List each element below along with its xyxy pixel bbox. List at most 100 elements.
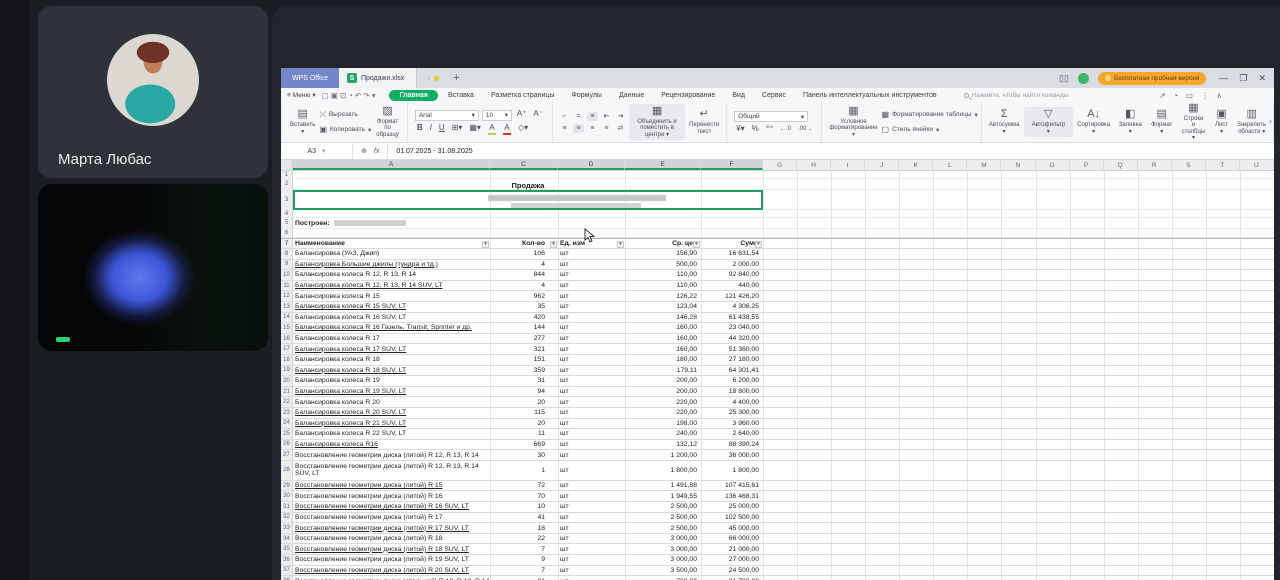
menu-button[interactable]: ≡ Меню ▾ bbox=[287, 91, 316, 100]
filter-dropdown-icon[interactable]: ▾ bbox=[617, 240, 624, 248]
align-bottom-icon[interactable]: ≡ bbox=[586, 111, 598, 121]
tab-Данные[interactable]: Данные bbox=[612, 91, 651, 100]
column-header-P[interactable]: P bbox=[1070, 160, 1104, 170]
restore-button[interactable]: ❒ bbox=[1239, 73, 1247, 84]
row-number[interactable]: 20 bbox=[281, 376, 293, 386]
column-header-K[interactable]: K bbox=[899, 160, 934, 170]
row-number[interactable]: 4 bbox=[281, 210, 293, 217]
row-number[interactable]: 28 bbox=[281, 460, 293, 480]
tab-Панель интеллектуальных инструментов[interactable]: Панель интеллектуальных инструментов bbox=[796, 91, 944, 100]
row-number[interactable]: 6 bbox=[281, 229, 293, 237]
font-color-button[interactable]: A bbox=[501, 123, 513, 135]
decrease-indent-icon[interactable]: ⇤ bbox=[601, 112, 612, 121]
column-header-E[interactable]: E bbox=[625, 160, 701, 170]
column-header-J[interactable]: J bbox=[865, 160, 900, 170]
row-number[interactable]: 35 bbox=[281, 544, 293, 555]
row-number[interactable]: 27 bbox=[281, 450, 293, 460]
fill-color-button[interactable]: ◇▾ bbox=[516, 123, 530, 135]
trial-badge[interactable]: Бесплатная пробная версия bbox=[1097, 71, 1207, 85]
bold-button[interactable]: B bbox=[415, 123, 425, 135]
formula-value[interactable]: 01.07.2025 - 31.08.2025 bbox=[388, 148, 472, 155]
copy-button[interactable]: ▣ Копировать ▾ bbox=[319, 124, 371, 135]
row-number[interactable]: 24 bbox=[281, 418, 293, 429]
fx-label[interactable]: ⊕ fx bbox=[353, 143, 389, 159]
percent-icon[interactable]: % bbox=[750, 125, 761, 133]
row-number[interactable]: 10 bbox=[281, 270, 293, 280]
tab-Вид[interactable]: Вид bbox=[725, 91, 752, 100]
ribbon-overflow-chevron[interactable]: › bbox=[1269, 116, 1272, 126]
freeze-panes-button[interactable]: ▥ Закрепить области ▾ bbox=[1233, 109, 1270, 135]
table-row[interactable]: 35 Восстановление геометрии диска (литой)… bbox=[281, 544, 1274, 556]
align-middle-icon[interactable]: = bbox=[573, 112, 584, 121]
cell-style-button[interactable]: ▢ Стиль ячейки ▾ bbox=[882, 124, 978, 135]
row-number[interactable]: 34 bbox=[281, 533, 293, 544]
close-button[interactable]: ✕ bbox=[1258, 73, 1266, 84]
tab-Вставка[interactable]: Вставка bbox=[441, 91, 481, 100]
font-size-select[interactable]: 10 ▾ bbox=[481, 109, 512, 121]
table-row[interactable]: 31 Восстановление геометрии диска (литой)… bbox=[281, 502, 1274, 513]
table-row[interactable]: 23 Балансировка колеса R 20 SUV, LT 115 шт 2… bbox=[281, 407, 1274, 419]
tab-Сервис[interactable]: Сервис bbox=[755, 91, 793, 100]
table-row[interactable]: 22 Балансировка колеса R 20 20 шт 220,00 4 40… bbox=[281, 397, 1274, 408]
table-row[interactable]: 12 Балансировка колеса R 15 962 шт 126,22 121… bbox=[281, 291, 1274, 302]
command-search[interactable]: Нажмите, чтобы найти команды bbox=[963, 92, 1069, 99]
table-row[interactable]: 34 Восстановление геометрии диска (литой)… bbox=[281, 533, 1274, 545]
column-header-L[interactable]: L bbox=[933, 160, 968, 170]
row-number[interactable]: 19 bbox=[281, 365, 293, 376]
format-painter-button[interactable]: ▨ Формат по образцу bbox=[371, 105, 404, 139]
table-row[interactable]: 10 Балансировка колеса R 12, R 13, R 14 84… bbox=[281, 270, 1274, 281]
table-row[interactable]: 8 Балансировка (УАЗ, Джип) 106 шт 156,90 16 6… bbox=[281, 249, 1274, 260]
conditional-formatting-button[interactable]: ▦ Условное форматирование ▾ bbox=[825, 105, 881, 139]
table-row[interactable]: 20 Балансировка колеса R 19 31 шт 200,00 6 20… bbox=[281, 376, 1274, 387]
table-row[interactable]: 21 Балансировка колеса R 19 SUV, LT 94 шт 20… bbox=[281, 386, 1274, 398]
row-number[interactable]: 22 bbox=[281, 397, 293, 407]
table-row[interactable]: 28 Восстановление геометрии диска (литой)… bbox=[281, 460, 1274, 481]
sheet-row[interactable]: 5 Построен: bbox=[281, 218, 1274, 229]
row-number[interactable]: 30 bbox=[281, 491, 293, 502]
align-top-icon[interactable]: ⌐ bbox=[559, 112, 570, 121]
table-row[interactable]: 32 Восстановление геометрии диска (литой)… bbox=[281, 512, 1274, 524]
tab-Разметка страницы[interactable]: Разметка страницы bbox=[484, 91, 562, 100]
row-number[interactable]: 2 bbox=[281, 179, 293, 189]
row-number[interactable]: 21 bbox=[281, 386, 293, 397]
table-row[interactable]: 26 Балансировка колеса R16 669 шт 132,12 88 3… bbox=[281, 439, 1274, 451]
format-as-table-button[interactable]: ▦ Форматирование таблицы ▾ bbox=[882, 109, 978, 120]
align-center-icon[interactable]: ≡ bbox=[572, 123, 584, 133]
font-name-select[interactable]: Arial ▾ bbox=[414, 109, 479, 121]
row-number[interactable]: 23 bbox=[281, 407, 293, 418]
column-header-M[interactable]: M bbox=[967, 160, 1002, 170]
sheet-row[interactable]: 1 bbox=[281, 171, 1274, 179]
autofilter-button[interactable]: ▽ Автофильтр ▾ bbox=[1023, 107, 1074, 137]
column-header-D[interactable]: D bbox=[558, 160, 625, 170]
rows-columns-button[interactable]: ▦ Строки и столбцы ▾ bbox=[1177, 102, 1210, 142]
table-row[interactable]: 16 Балансировка колеса R 17 277 шт 160,00 44 … bbox=[281, 333, 1274, 345]
format-button[interactable]: ▤ Формат ▾ bbox=[1146, 109, 1177, 135]
table-row[interactable]: 36 Восстановление геометрии диска (литой)… bbox=[281, 555, 1274, 566]
column-header-U[interactable]: U bbox=[1240, 160, 1274, 170]
paste-button[interactable]: ▤ Вставить ▾ bbox=[286, 109, 319, 135]
table-row[interactable]: 11 Балансировка колеса R 12, R 13, R 14 S… bbox=[281, 280, 1274, 292]
decrease-decimal-icon[interactable]: ←.0 bbox=[778, 125, 793, 133]
row-number[interactable]: 17 bbox=[281, 344, 293, 354]
column-header-Q[interactable]: Q bbox=[1104, 160, 1138, 170]
row-number[interactable]: 11 bbox=[281, 280, 293, 291]
italic-button[interactable]: I bbox=[428, 123, 434, 135]
row-number[interactable]: 15 bbox=[281, 323, 293, 333]
table-row[interactable]: 29 Восстановление геометрии диска (литой)… bbox=[281, 480, 1274, 492]
sheet-row[interactable]: 6 bbox=[281, 229, 1274, 238]
align-right-icon[interactable]: ≡ bbox=[587, 124, 598, 133]
minimize-button[interactable]: — bbox=[1219, 73, 1228, 84]
row-number[interactable]: 29 bbox=[281, 480, 293, 491]
table-row[interactable]: 25 Балансировка колеса R 22 SUV, LT 11 шт 24… bbox=[281, 429, 1274, 440]
table-row[interactable]: 14 Балансировка колеса R 16 SUV, LT 420 шт 1… bbox=[281, 312, 1274, 324]
column-header-R[interactable]: R bbox=[1138, 160, 1172, 170]
row-number[interactable]: 37 bbox=[281, 565, 293, 576]
sheet-area[interactable]: ACDEFGHIJKLMNOPQRSTU 1 2 Продажа 3 4 5 Построе… bbox=[281, 160, 1274, 580]
row-number[interactable]: 9 bbox=[281, 259, 293, 270]
autosum-button[interactable]: Σ Автосумма ▾ bbox=[985, 109, 1024, 135]
table-row[interactable]: 33 Восстановление геометрии диска (литой)… bbox=[281, 523, 1274, 534]
table-row[interactable]: 38Восстановление геометрии диска (стальн… bbox=[281, 576, 1274, 580]
justify-icon[interactable]: ≡ bbox=[601, 124, 612, 133]
table-row[interactable]: 17 Балансировка колеса R 17 SUV, LT 321 шт 1… bbox=[281, 344, 1274, 355]
column-header-A[interactable]: A bbox=[293, 160, 490, 170]
